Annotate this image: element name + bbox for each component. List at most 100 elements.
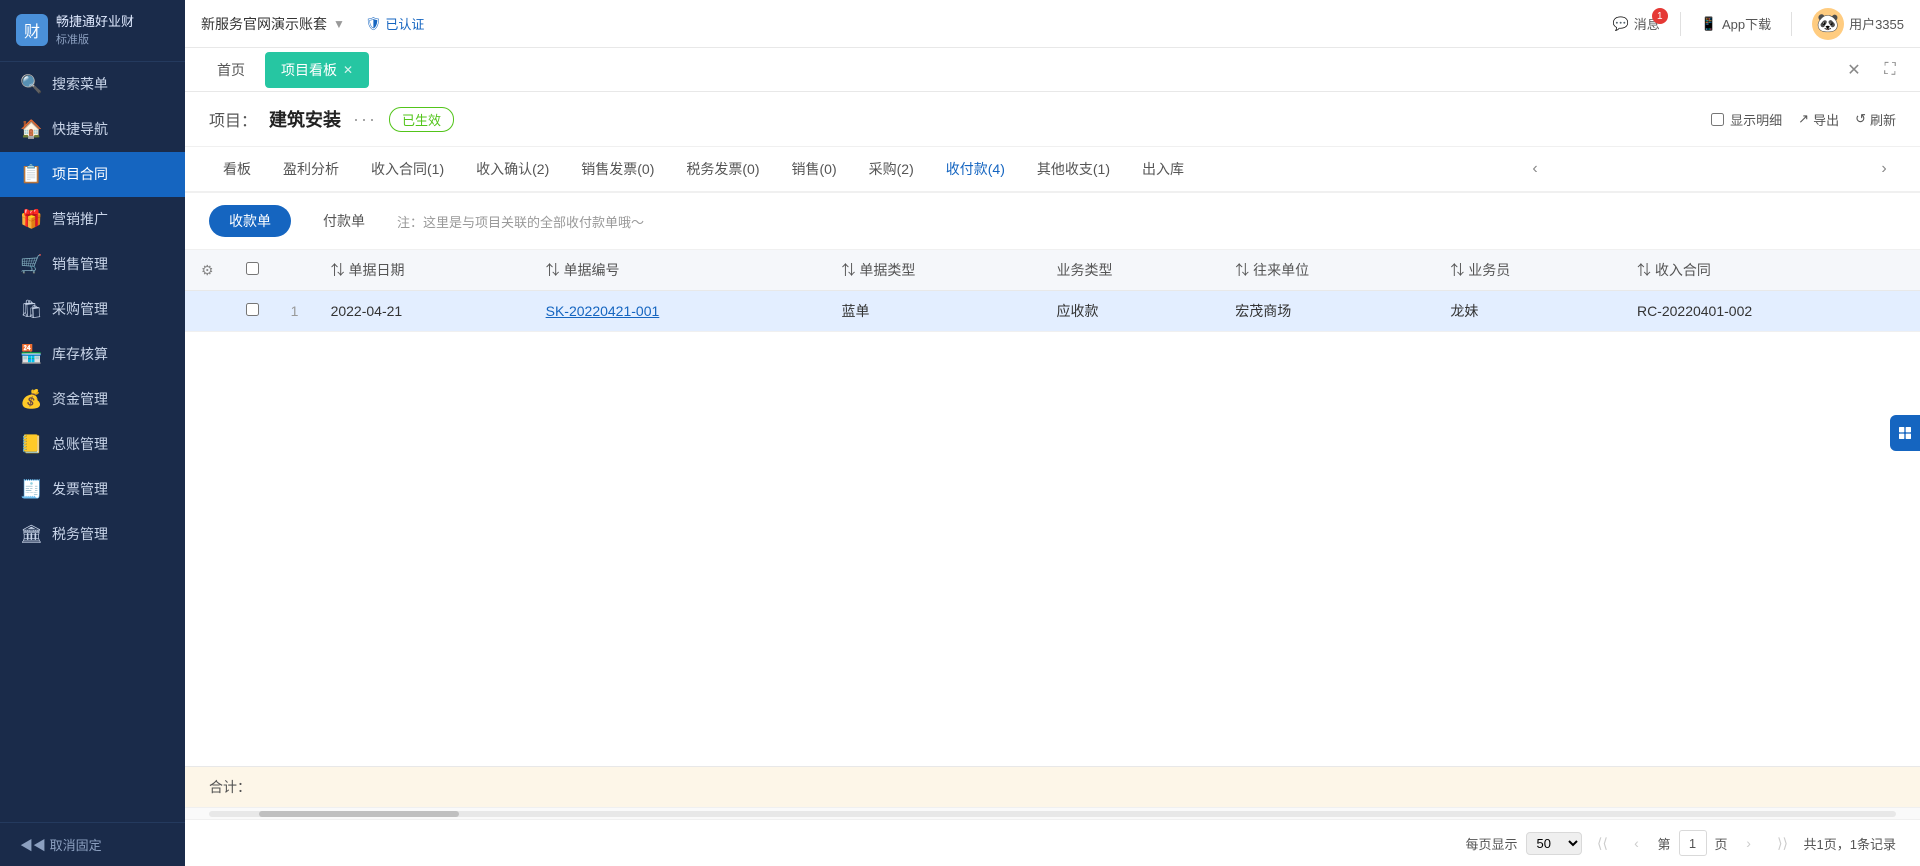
sidebar-item-contract[interactable]: 📋 项目合同 [0, 152, 185, 197]
col-salesperson[interactable]: ⇅ 业务员 [1434, 250, 1621, 291]
col-gear[interactable]: ⚙ [185, 250, 230, 291]
nav-prev-arrow[interactable]: ‹ [1523, 157, 1547, 181]
per-page-select[interactable]: 50 20 100 [1526, 832, 1582, 855]
sidebar-item-invoice[interactable]: 🧾 发票管理 [0, 467, 185, 512]
sub-nav-income-confirm[interactable]: 收入确认(2) [462, 147, 563, 193]
row-biz-type: 应收款 [1041, 291, 1220, 332]
col-doc-type[interactable]: ⇅ 单据类型 [825, 250, 1040, 291]
sub-nav-tax-invoice[interactable]: 税务发票(0) [672, 147, 773, 193]
row-doc-no[interactable]: SK-20220421-001 [530, 291, 826, 332]
sub-nav-sales[interactable]: 销售(0) [778, 147, 851, 193]
sidebar-label-contract: 项目合同 [52, 164, 108, 184]
tab-bar: 首页 项目看板 ✕ ✕ ⛶ [185, 48, 1920, 92]
user-menu[interactable]: 🐼 用户3355 [1812, 8, 1904, 40]
table-row[interactable]: 1 2022-04-21 SK-20220421-001 蓝单 应收款 宏茂商场… [185, 291, 1920, 332]
toggle-bar: 收款单 付款单 注：这里是与项目关联的全部收付款单哦～ [185, 193, 1920, 250]
tab-project-board[interactable]: 项目看板 ✕ [265, 52, 369, 88]
maximize-window-button[interactable]: ⛶ [1876, 56, 1904, 84]
sidebar-label-invoice: 发票管理 [52, 479, 108, 499]
phone-icon: 📱 [1701, 16, 1717, 32]
row-checkbox[interactable] [246, 303, 259, 316]
sidebar-label-search: 搜索菜单 [52, 74, 108, 94]
sidebar-item-quicknav[interactable]: 🏠 快捷导航 [0, 107, 185, 152]
content-area: 项目： 建筑安装 ··· 已生效 显示明细 ↗ 导出 ↺ 刷新 [185, 92, 1920, 866]
show-detail-input[interactable] [1711, 113, 1724, 126]
certified-text: 已认证 [385, 14, 424, 33]
purchase-icon: 🛍 [20, 299, 42, 320]
show-detail-label: 显示明细 [1730, 110, 1782, 129]
tab-close-icon[interactable]: ✕ [343, 63, 353, 77]
message-button[interactable]: 💬 消息 1 [1613, 14, 1660, 33]
sub-nav-income-contract[interactable]: 收入合同(1) [357, 147, 458, 193]
app-download-button[interactable]: 📱 App下载 [1701, 14, 1771, 33]
payments-toggle[interactable]: 付款单 [303, 205, 385, 237]
sub-nav-in-out[interactable]: 出入库 [1128, 147, 1198, 193]
receipts-toggle[interactable]: 收款单 [209, 205, 291, 237]
project-actions: 显示明细 ↗ 导出 ↺ 刷新 [1711, 110, 1896, 129]
sub-nav-kanban[interactable]: 看板 [209, 147, 265, 193]
last-page-button[interactable]: ⟩⟩ [1770, 830, 1796, 856]
sub-nav: 看板 盈利分析 收入合同(1) 收入确认(2) 销售发票(0) 税务发票(0) … [185, 147, 1920, 193]
nav-next-arrow[interactable]: › [1872, 157, 1896, 181]
select-all-checkbox[interactable] [246, 262, 259, 275]
sidebar-item-tax[interactable]: 🏛 税务管理 [0, 512, 185, 557]
account-selector[interactable]: 新服务官网演示账套 ▼ [201, 14, 345, 34]
project-menu-icon[interactable]: ··· [353, 109, 377, 130]
sidebar-label-quicknav: 快捷导航 [52, 119, 108, 139]
sidebar-logo: 财 畅捷通好业财 标准版 [0, 0, 185, 62]
export-label: 导出 [1813, 110, 1839, 129]
per-page-label: 每页显示 [1465, 834, 1517, 853]
unpin-label: ◀◀ 取消固定 [20, 835, 102, 854]
sub-nav-profit[interactable]: 盈利分析 [269, 147, 353, 193]
sidebar-item-search[interactable]: 🔍 搜索菜单 [0, 62, 185, 107]
tab-project-board-label: 项目看板 [281, 60, 337, 80]
message-badge: 1 [1652, 8, 1668, 24]
scrollbar-row[interactable] [185, 807, 1920, 819]
sidebar-item-inventory[interactable]: 🏪 库存核算 [0, 332, 185, 377]
show-detail-checkbox[interactable]: 显示明细 [1711, 110, 1782, 129]
sidebar: 财 畅捷通好业财 标准版 🔍 搜索菜单 🏠 快捷导航 📋 项目合同 🎁 营销推广… [0, 0, 185, 866]
account-name: 新服务官网演示账套 [201, 14, 327, 34]
close-window-button[interactable]: ✕ [1840, 56, 1868, 84]
search-icon: 🔍 [20, 74, 42, 95]
col-income-contract[interactable]: ⇅ 收入合同 [1621, 250, 1920, 291]
inventory-icon: 🏪 [20, 344, 42, 365]
sub-nav-other-expense[interactable]: 其他收支(1) [1023, 147, 1124, 193]
summary-label: 合计： [209, 777, 251, 797]
quick-action-panel[interactable] [1890, 415, 1920, 451]
refresh-button[interactable]: ↺ 刷新 [1855, 110, 1896, 129]
row-doc-type: 蓝单 [825, 291, 1040, 332]
table-container: ⚙ ⇅ 单据日期 ⇅ 单据编号 ⇅ 单据类型 [185, 250, 1920, 766]
sidebar-item-marketing[interactable]: 🎁 营销推广 [0, 197, 185, 242]
sub-nav-receipts[interactable]: 收付款(4) [932, 147, 1019, 193]
sub-nav-sales-invoice[interactable]: 销售发票(0) [567, 147, 668, 193]
scrollbar-thumb[interactable] [259, 811, 459, 817]
sidebar-scroll: 🔍 搜索菜单 🏠 快捷导航 📋 项目合同 🎁 营销推广 🛒 销售管理 🛍 采购管… [0, 62, 185, 822]
col-date[interactable]: ⇅ 单据日期 [315, 250, 530, 291]
first-page-button[interactable]: ⟨⟨ [1590, 830, 1616, 856]
prev-page-button[interactable]: ‹ [1624, 830, 1650, 856]
export-icon: ↗ [1798, 111, 1809, 127]
shield-icon: 🛡 [365, 16, 382, 32]
row-income-contract: RC-20220401-002 [1621, 291, 1920, 332]
project-title: 建筑安装 [269, 106, 341, 132]
export-button[interactable]: ↗ 导出 [1798, 110, 1839, 129]
next-page-button[interactable]: › [1736, 830, 1762, 856]
sub-nav-purchase[interactable]: 采购(2) [855, 147, 928, 193]
sidebar-item-funds[interactable]: 💰 资金管理 [0, 377, 185, 422]
sales-icon: 🛒 [20, 254, 42, 275]
sidebar-item-purchase[interactable]: 🛍 采购管理 [0, 287, 185, 332]
sidebar-item-ledger[interactable]: 📒 总账管理 [0, 422, 185, 467]
sidebar-item-sales[interactable]: 🛒 销售管理 [0, 242, 185, 287]
header-right: 💬 消息 1 📱 App下载 🐼 用户3355 [1613, 8, 1904, 40]
sidebar-unpin[interactable]: ◀◀ 取消固定 [0, 822, 185, 866]
tab-home[interactable]: 首页 [201, 52, 261, 88]
per-page-dropdown[interactable]: 50 20 100 [1526, 832, 1582, 855]
col-doc-no[interactable]: ⇅ 单据编号 [530, 250, 826, 291]
scrollbar-track[interactable] [209, 811, 1896, 817]
certified-badge: 🛡 已认证 [365, 14, 425, 33]
col-partner[interactable]: ⇅ 往来单位 [1219, 250, 1434, 291]
row-checkbox-cell[interactable] [230, 291, 275, 332]
quick-panel-icon [1897, 425, 1913, 441]
funds-icon: 💰 [20, 389, 42, 410]
